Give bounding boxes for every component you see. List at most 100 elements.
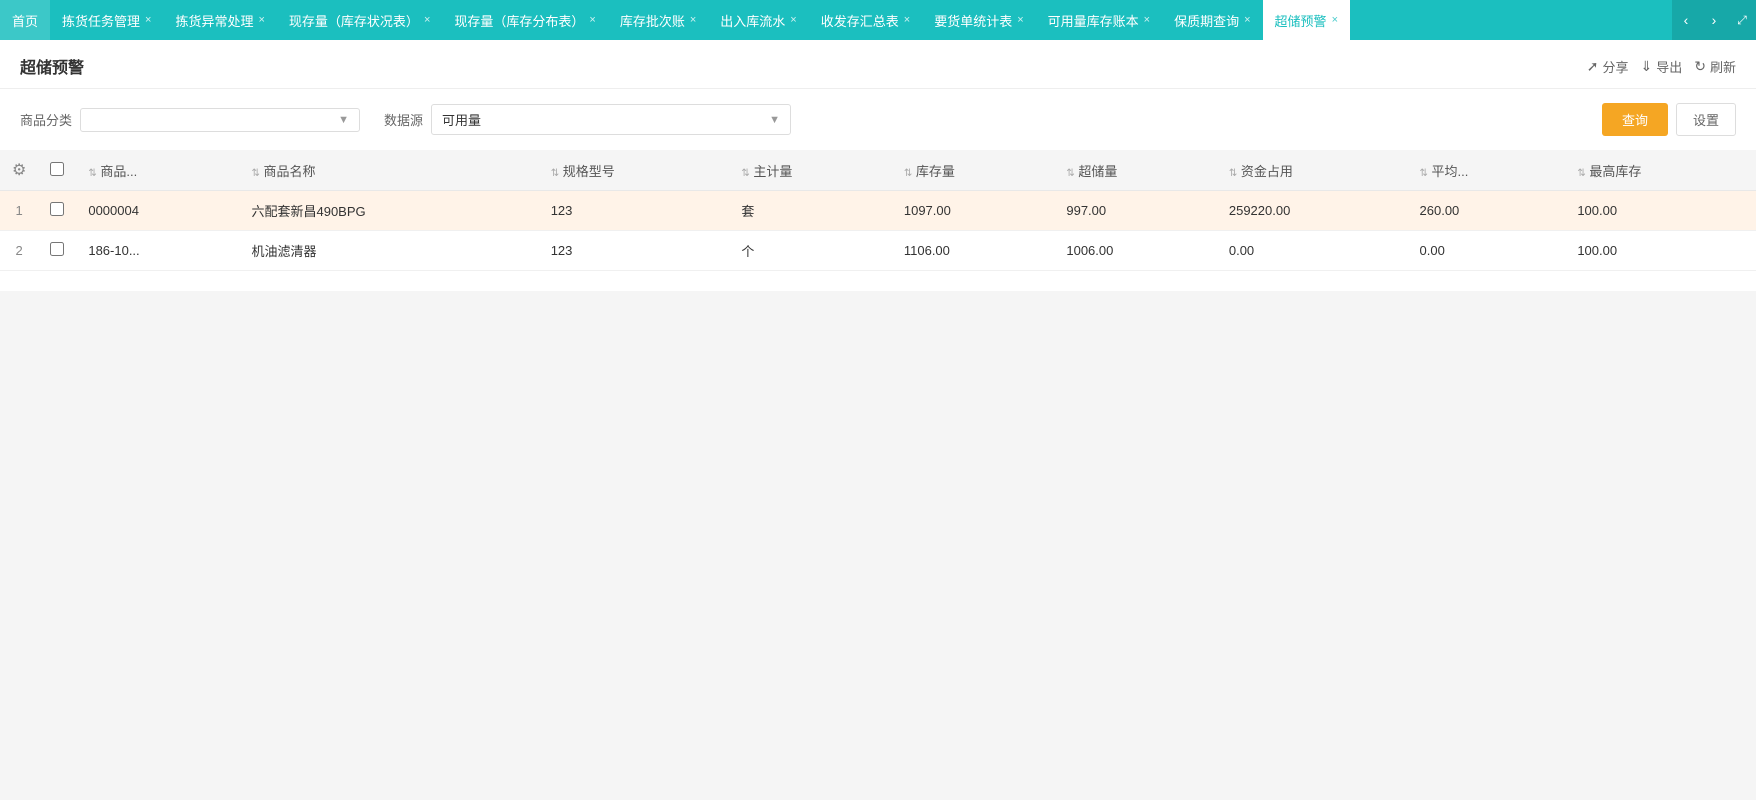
refresh-icon: ↻ — [1694, 58, 1706, 75]
sort-icon-capital: ⇅ — [1229, 168, 1237, 179]
row-checkbox-cell — [38, 231, 76, 271]
category-select[interactable]: ▼ — [80, 108, 360, 132]
nav-item-in-out-flow[interactable]: 出入库流水 × — [708, 0, 808, 40]
page-header: 超储预警 ➚ 分享 ⇓ 导出 ↻ 刷新 — [0, 40, 1756, 89]
close-icon-batch-ledger[interactable]: × — [690, 14, 696, 26]
cell-goods-code: 0000004 — [76, 191, 239, 231]
filter-actions: 查询 设置 — [1602, 103, 1736, 136]
nav-label-batch-ledger: 库存批次账 — [620, 11, 685, 30]
export-button[interactable]: ⇓ 导出 — [1641, 57, 1683, 76]
close-icon-over-storage[interactable]: × — [1332, 14, 1338, 26]
sort-icon-stock: ⇅ — [904, 168, 912, 179]
nav-arrows: ‹ › ⤢ — [1672, 0, 1756, 40]
nav-item-collect-summary[interactable]: 收发存汇总表 × — [809, 0, 922, 40]
refresh-label: 刷新 — [1710, 57, 1736, 76]
col-capital[interactable]: ⇅ 资金占用 — [1217, 150, 1408, 191]
nav-label-order-stats: 要货单统计表 — [934, 11, 1012, 30]
col-checkbox-header — [38, 150, 76, 191]
col-goods-name[interactable]: ⇅ 商品名称 — [239, 150, 538, 191]
cell-unit: 套 — [729, 191, 892, 231]
row-checkbox-0[interactable] — [50, 202, 64, 216]
page-title: 超储预警 — [20, 54, 84, 78]
col-goods-code[interactable]: ⇅ 商品... — [76, 150, 239, 191]
nav-label-home: 首页 — [12, 11, 38, 30]
row-checkbox-1[interactable] — [50, 242, 64, 256]
sort-icon-max-stock: ⇅ — [1577, 168, 1585, 179]
nav-arrow-left[interactable]: ‹ — [1672, 0, 1700, 40]
close-icon-inventory-status[interactable]: × — [424, 14, 430, 26]
share-button[interactable]: ➚ 分享 — [1587, 57, 1629, 76]
nav-arrow-expand[interactable]: ⤢ — [1728, 0, 1756, 40]
nav-item-abnormal[interactable]: 拣货异常处理 × — [163, 0, 276, 40]
cell-capital: 259220.00 — [1217, 191, 1408, 231]
table-header-row: ⚙ ⇅ 商品... ⇅ 商品名称 ⇅ 规格型号 — [0, 150, 1756, 191]
col-unit[interactable]: ⇅ 主计量 — [729, 150, 892, 191]
category-dropdown-icon: ▼ — [338, 114, 349, 126]
row-num: 2 — [0, 231, 38, 271]
query-button[interactable]: 查询 — [1602, 103, 1668, 136]
refresh-button[interactable]: ↻ 刷新 — [1694, 57, 1736, 76]
settings-button[interactable]: 设置 — [1676, 103, 1736, 136]
close-icon-task-mgmt[interactable]: × — [145, 14, 151, 26]
page-content: 超储预警 ➚ 分享 ⇓ 导出 ↻ 刷新 商品分类 ▼ 数据源 — [0, 40, 1756, 291]
export-label: 导出 — [1656, 57, 1682, 76]
close-icon-available-ledger[interactable]: × — [1144, 14, 1150, 26]
close-icon-in-out-flow[interactable]: × — [790, 14, 796, 26]
nav-label-inventory-status: 现存量（库存状况表） — [289, 11, 419, 30]
col-settings: ⚙ — [0, 150, 38, 191]
cell-stock: 1106.00 — [892, 231, 1055, 271]
sort-icon-over-stock: ⇅ — [1066, 168, 1074, 179]
close-icon-collect-summary[interactable]: × — [904, 14, 910, 26]
nav-item-available-ledger[interactable]: 可用量库存账本 × — [1036, 0, 1162, 40]
datasource-dropdown-icon: ▼ — [769, 114, 780, 126]
cell-spec: 123 — [539, 231, 730, 271]
nav-arrow-right[interactable]: › — [1700, 0, 1728, 40]
nav-item-inventory-dist[interactable]: 现存量（库存分布表） × — [442, 0, 607, 40]
close-icon-abnormal[interactable]: × — [258, 14, 264, 26]
col-max-stock[interactable]: ⇅ 最高库存 — [1565, 150, 1756, 191]
cell-max-stock: 100.00 — [1565, 191, 1756, 231]
table-body: 1 0000004 六配套新昌490BPG 123 套 1097.00 997.… — [0, 191, 1756, 271]
cell-goods-name: 机油滤清器 — [239, 231, 538, 271]
share-icon: ➚ — [1587, 58, 1599, 75]
sort-icon-unit: ⇅ — [741, 168, 749, 179]
nav-label-over-storage: 超储预警 — [1275, 11, 1327, 30]
close-icon-inventory-dist[interactable]: × — [589, 14, 595, 26]
row-num: 1 — [0, 191, 38, 231]
nav-label-quality-check: 保质期查询 — [1174, 11, 1239, 30]
nav-item-order-stats[interactable]: 要货单统计表 × — [922, 0, 1035, 40]
nav-label-task-mgmt: 拣货任务管理 — [62, 11, 140, 30]
datasource-filter-group: 数据源 可用量 ▼ — [384, 104, 791, 135]
sort-icon-goods-code: ⇅ — [88, 168, 96, 179]
table-row: 1 0000004 六配套新昌490BPG 123 套 1097.00 997.… — [0, 191, 1756, 231]
col-spec[interactable]: ⇅ 规格型号 — [539, 150, 730, 191]
nav-item-batch-ledger[interactable]: 库存批次账 × — [608, 0, 708, 40]
sort-icon-avg: ⇅ — [1420, 168, 1428, 179]
nav-item-over-storage[interactable]: 超储预警 × — [1263, 0, 1350, 40]
nav-item-task-mgmt[interactable]: 拣货任务管理 × — [50, 0, 163, 40]
datasource-select-value: 可用量 — [442, 110, 481, 129]
nav-item-inventory-status[interactable]: 现存量（库存状况表） × — [277, 0, 442, 40]
nav-label-inventory-dist: 现存量（库存分布表） — [454, 11, 584, 30]
datasource-select[interactable]: 可用量 ▼ — [431, 104, 791, 135]
nav-label-abnormal: 拣货异常处理 — [175, 11, 253, 30]
cell-over-stock: 1006.00 — [1054, 231, 1217, 271]
cell-goods-name: 六配套新昌490BPG — [239, 191, 538, 231]
cell-avg: 0.00 — [1408, 231, 1566, 271]
cell-goods-code: 186-10... — [76, 231, 239, 271]
nav-item-quality-check[interactable]: 保质期查询 × — [1162, 0, 1262, 40]
cell-spec: 123 — [539, 191, 730, 231]
gear-icon[interactable]: ⚙ — [12, 162, 26, 179]
col-stock[interactable]: ⇅ 库存量 — [892, 150, 1055, 191]
data-table: ⚙ ⇅ 商品... ⇅ 商品名称 ⇅ 规格型号 — [0, 150, 1756, 271]
close-icon-order-stats[interactable]: × — [1017, 14, 1023, 26]
cell-capital: 0.00 — [1217, 231, 1408, 271]
col-over-stock[interactable]: ⇅ 超储量 — [1054, 150, 1217, 191]
nav-label-in-out-flow: 出入库流水 — [720, 11, 785, 30]
table-row: 2 186-10... 机油滤清器 123 个 1106.00 1006.00 … — [0, 231, 1756, 271]
nav-item-home[interactable]: 首页 — [0, 0, 50, 40]
export-icon: ⇓ — [1641, 58, 1653, 75]
col-avg[interactable]: ⇅ 平均... — [1408, 150, 1566, 191]
select-all-checkbox[interactable] — [50, 162, 64, 176]
close-icon-quality-check[interactable]: × — [1244, 14, 1250, 26]
